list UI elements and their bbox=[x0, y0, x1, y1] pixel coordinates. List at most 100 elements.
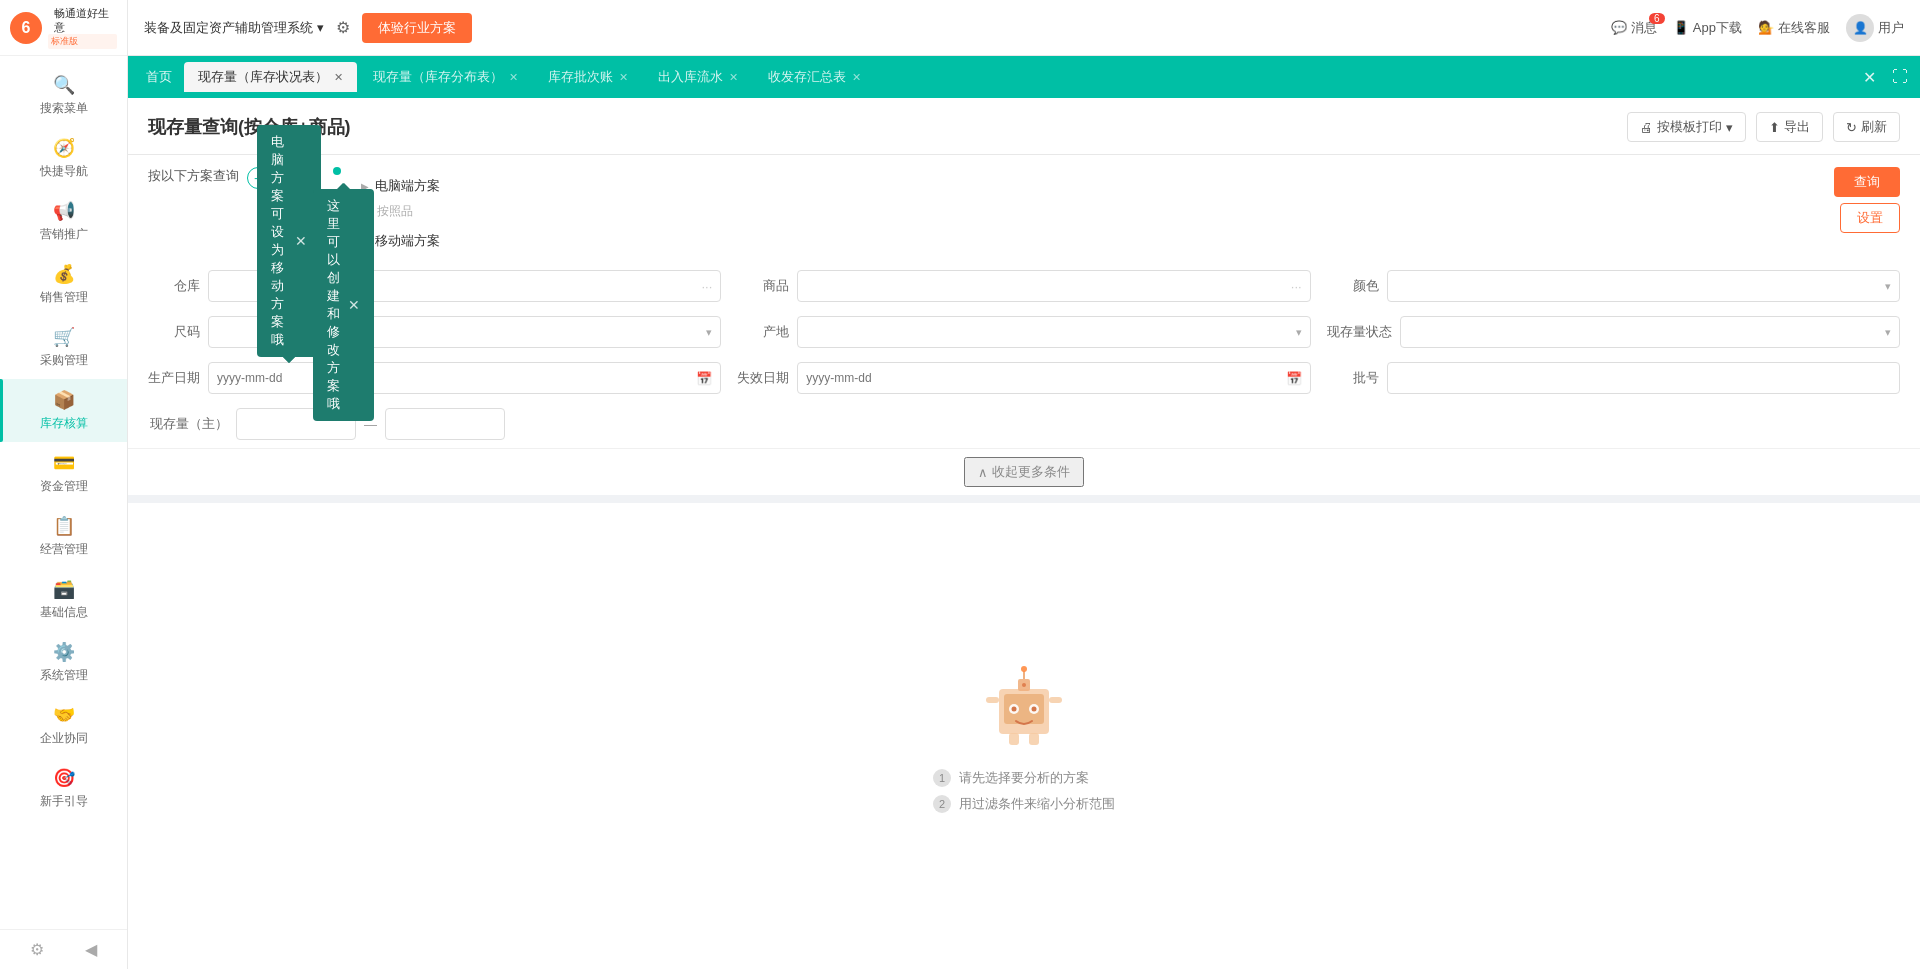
filter-size: 尺码 ▾ bbox=[148, 316, 721, 348]
goods-select[interactable]: ··· bbox=[797, 270, 1310, 302]
system-name-dropdown[interactable]: 装备及固定资产辅助管理系统 ▾ bbox=[144, 19, 324, 37]
btn-search[interactable]: 查询 bbox=[1834, 167, 1900, 197]
tab-collection-summary-label: 收发存汇总表 bbox=[768, 68, 846, 86]
sidebar-item-basic[interactable]: 🗃️ 基础信息 bbox=[0, 568, 127, 631]
brand-name: 畅通道好生意 bbox=[54, 6, 117, 35]
empty-state: 1 请先选择要分析的方案 2 用过滤条件来缩小分析范围 bbox=[128, 503, 1920, 969]
color-select[interactable]: ▾ bbox=[1387, 270, 1900, 302]
tip-num-1: 1 bbox=[933, 769, 951, 787]
sidebar-item-finance[interactable]: 💳 资金管理 bbox=[0, 442, 127, 505]
scheme-desktop-label: 电脑端方案 bbox=[375, 177, 440, 195]
sidebar-item-marketing[interactable]: 📢 营销推广 bbox=[0, 190, 127, 253]
scheme-desktop-expand[interactable]: ▶ 电脑端方案 bbox=[357, 173, 487, 199]
svg-point-9 bbox=[1021, 666, 1027, 672]
svg-rect-12 bbox=[1009, 733, 1019, 745]
page-actions: 🖨 按模板打印 ▾ ⬆ 导出 ↻ 刷新 bbox=[1627, 112, 1900, 142]
production-date-field[interactable] bbox=[217, 371, 692, 385]
sidebar-collapse-icon[interactable]: ◀ bbox=[85, 940, 97, 959]
topnav-settings-icon[interactable]: ⚙ bbox=[336, 18, 350, 37]
nav-user[interactable]: 👤 用户 bbox=[1846, 14, 1904, 42]
production-date-calendar-icon[interactable]: 📅 bbox=[696, 371, 712, 386]
collapse-btn[interactable]: ∧ 收起更多条件 bbox=[964, 457, 1084, 487]
scheme-desktop-child[interactable]: 按照品 bbox=[357, 199, 487, 224]
nav-support[interactable]: 💁 在线客服 bbox=[1758, 19, 1830, 37]
filter-production-date: 生产日期 📅 bbox=[148, 362, 721, 394]
sidebar-item-sales[interactable]: 💰 销售管理 bbox=[0, 253, 127, 316]
logo-icon: 6 bbox=[10, 12, 42, 44]
btn-set[interactable]: 设置 bbox=[1840, 203, 1900, 233]
sidebar-item-inventory[interactable]: 📦 库存核算 bbox=[0, 379, 127, 442]
system-name-text: 装备及固定资产辅助管理系统 bbox=[144, 19, 313, 37]
btn-template-print[interactable]: 🖨 按模板打印 ▾ bbox=[1627, 112, 1746, 142]
filter-row-2: 尺码 ▾ 产地 ▾ 现存量状态 bbox=[128, 312, 1920, 358]
top-nav: 装备及固定资产辅助管理系统 ▾ ⚙ 体验行业方案 💬 消息 6 📱 App下载 … bbox=[128, 0, 1920, 56]
user-avatar: 👤 bbox=[1846, 14, 1874, 42]
svg-rect-11 bbox=[1049, 697, 1062, 703]
nav-messages[interactable]: 💬 消息 6 bbox=[1611, 19, 1657, 37]
production-date-input[interactable]: 📅 bbox=[208, 362, 721, 394]
filter-row-1: 仓库 ··· 商品 ··· 颜色 bbox=[128, 262, 1920, 312]
size-label: 尺码 bbox=[148, 323, 200, 341]
expiry-date-calendar-icon[interactable]: 📅 bbox=[1286, 371, 1302, 386]
filter-area: 按以下方案查询 电脑方案可设为移动方案哦 ✕ + bbox=[128, 155, 1920, 495]
sidebar-item-purchase[interactable]: 🛒 采购管理 bbox=[0, 316, 127, 379]
tab-batch-account[interactable]: 库存批次账 ✕ bbox=[534, 62, 642, 92]
expiry-date-input[interactable]: 📅 bbox=[797, 362, 1310, 394]
tab-batch-account-label: 库存批次账 bbox=[548, 68, 613, 86]
scheme-mobile-expand[interactable]: ▶ 移动端方案 bbox=[357, 228, 487, 254]
expiry-date-field[interactable] bbox=[806, 371, 1281, 385]
svg-point-7 bbox=[1022, 683, 1026, 687]
btn-refresh[interactable]: ↻ 刷新 bbox=[1833, 112, 1900, 142]
tab-close-all-icon[interactable]: ✕ bbox=[1859, 64, 1880, 91]
tab-in-out-flow-close[interactable]: ✕ bbox=[729, 71, 738, 84]
tab-inventory-status-close[interactable]: ✕ bbox=[334, 71, 343, 84]
sidebar-logo: 6 畅通道好生意 标准版 bbox=[0, 0, 127, 56]
dropdown-arrow-icon: ▾ bbox=[317, 20, 324, 35]
tab-collection-summary-close[interactable]: ✕ bbox=[852, 71, 861, 84]
batch-no-input[interactable] bbox=[1387, 362, 1900, 394]
sidebar-item-system[interactable]: ⚙️ 系统管理 bbox=[0, 631, 127, 694]
tab-fullscreen-icon[interactable]: ⛶ bbox=[1888, 64, 1912, 90]
marketing-icon: 📢 bbox=[53, 200, 75, 222]
guide-icon: 🧭 bbox=[53, 137, 75, 159]
tooltip-scheme-convert: 电脑方案可设为移动方案哦 ✕ bbox=[257, 125, 321, 357]
sidebar-item-operations[interactable]: 📋 经营管理 bbox=[0, 505, 127, 568]
print-arrow-icon: ▾ bbox=[1726, 120, 1733, 135]
btn-industry[interactable]: 体验行业方案 bbox=[362, 13, 472, 43]
sidebar-item-newbie[interactable]: 🎯 新手引导 bbox=[0, 757, 127, 820]
goods-dots: ··· bbox=[1291, 279, 1302, 294]
sidebar-item-search[interactable]: 🔍 搜索菜单 bbox=[0, 64, 127, 127]
tab-inventory-status[interactable]: 现存量（库存状况表） ✕ bbox=[184, 62, 357, 92]
origin-arrow: ▾ bbox=[1296, 326, 1302, 339]
sidebar-item-enterprise[interactable]: 🤝 企业协同 bbox=[0, 694, 127, 757]
quantity-max-input[interactable] bbox=[385, 408, 505, 440]
sidebar-settings-icon[interactable]: ⚙ bbox=[30, 940, 44, 959]
inventory-status-select[interactable]: ▾ bbox=[1400, 316, 1900, 348]
empty-tip-2: 2 用过滤条件来缩小分析范围 bbox=[933, 795, 1115, 813]
filter-label: 按以下方案查询 bbox=[148, 167, 239, 185]
sidebar-item-guide[interactable]: 🧭 快捷导航 bbox=[0, 127, 127, 190]
tooltip-close-1[interactable]: ✕ bbox=[295, 233, 307, 249]
search-icon: 🔍 bbox=[53, 74, 75, 96]
tooltip-text-2: 这里可以创建和修改方案哦 bbox=[327, 197, 340, 413]
empty-tips: 1 请先选择要分析的方案 2 用过滤条件来缩小分析范围 bbox=[933, 769, 1115, 813]
origin-select[interactable]: ▾ bbox=[797, 316, 1310, 348]
tab-home[interactable]: 首页 bbox=[136, 62, 182, 92]
tab-collection-summary[interactable]: 收发存汇总表 ✕ bbox=[754, 62, 875, 92]
tab-bar: 首页 现存量（库存状况表） ✕ 现存量（库存分布表） ✕ 库存批次账 ✕ 出入库… bbox=[128, 56, 1920, 98]
inventory-status-arrow: ▾ bbox=[1885, 326, 1891, 339]
tab-inventory-dist[interactable]: 现存量（库存分布表） ✕ bbox=[359, 62, 532, 92]
filter-row-4: 现存量（主） — bbox=[128, 404, 1920, 448]
warehouse-dots: ··· bbox=[701, 279, 712, 294]
btn-export[interactable]: ⬆ 导出 bbox=[1756, 112, 1823, 142]
inventory-icon: 📦 bbox=[53, 389, 75, 411]
filter-batch-no: 批号 bbox=[1327, 362, 1900, 394]
tab-batch-account-close[interactable]: ✕ bbox=[619, 71, 628, 84]
tooltip-close-2[interactable]: ✕ bbox=[348, 297, 360, 313]
tab-inventory-dist-close[interactable]: ✕ bbox=[509, 71, 518, 84]
nav-app-download[interactable]: 📱 App下载 bbox=[1673, 19, 1742, 37]
app-icon: 📱 bbox=[1673, 20, 1689, 35]
filter-row-3: 生产日期 📅 失效日期 📅 批号 bbox=[128, 358, 1920, 404]
tab-in-out-flow[interactable]: 出入库流水 ✕ bbox=[644, 62, 752, 92]
collapse-label: 收起更多条件 bbox=[992, 463, 1070, 481]
